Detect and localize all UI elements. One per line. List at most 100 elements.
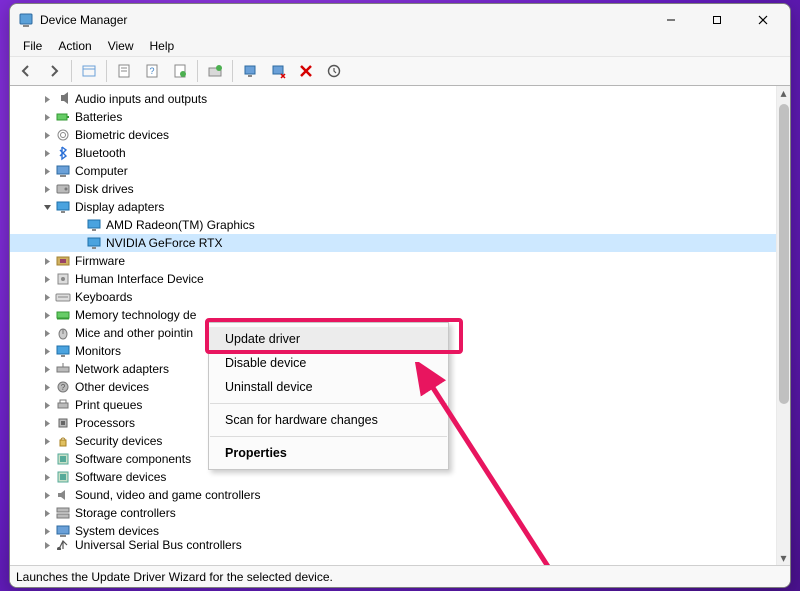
chevron-right-icon[interactable] <box>41 381 53 393</box>
chevron-right-icon[interactable] <box>41 363 53 375</box>
tree-item-label: Biometric devices <box>75 127 169 144</box>
menubar: File Action View Help <box>10 36 790 56</box>
device-category-icon <box>55 307 71 323</box>
device-manager-window: Device Manager File Action View Help ? <box>9 3 791 588</box>
scan-hardware-button[interactable] <box>322 59 346 83</box>
tree-device[interactable]: AMD Radeon(TM) Graphics <box>10 216 776 234</box>
menu-view[interactable]: View <box>101 37 141 55</box>
chevron-right-icon[interactable] <box>41 147 53 159</box>
device-category-icon <box>55 415 71 431</box>
tree-category[interactable]: Software devices <box>10 468 776 486</box>
device-category-icon <box>55 289 71 305</box>
chevron-right-icon[interactable] <box>41 345 53 357</box>
chevron-right-icon[interactable] <box>41 129 53 141</box>
device-category-icon <box>55 361 71 377</box>
svg-text:?: ? <box>61 383 66 392</box>
help-button[interactable]: ? <box>140 59 164 83</box>
menu-help[interactable]: Help <box>143 37 182 55</box>
chevron-right-icon[interactable] <box>41 183 53 195</box>
tree-category[interactable]: Universal Serial Bus controllers <box>10 540 776 550</box>
menu-action[interactable]: Action <box>51 37 98 55</box>
tree-category[interactable]: Display adapters <box>10 198 776 216</box>
ctx-properties[interactable]: Properties <box>209 441 448 465</box>
device-category-icon: ? <box>55 379 71 395</box>
tree-device[interactable]: NVIDIA GeForce RTX <box>10 234 776 252</box>
device-tree[interactable]: Audio inputs and outputsBatteriesBiometr… <box>10 86 776 565</box>
toolbar-separator <box>71 60 72 82</box>
tree-category[interactable]: Bluetooth <box>10 144 776 162</box>
chevron-right-icon[interactable] <box>41 453 53 465</box>
device-category-icon <box>55 163 71 179</box>
tree-category[interactable]: Biometric devices <box>10 126 776 144</box>
scroll-up-button[interactable]: ▴ <box>777 86 791 100</box>
app-icon <box>18 12 34 28</box>
chevron-right-icon[interactable] <box>41 165 53 177</box>
minimize-button[interactable] <box>648 4 694 36</box>
close-button[interactable] <box>740 4 786 36</box>
tree-category[interactable]: System devices <box>10 522 776 540</box>
chevron-right-icon[interactable] <box>41 489 53 501</box>
forward-button[interactable] <box>42 59 66 83</box>
chevron-right-icon[interactable] <box>41 111 53 123</box>
chevron-right-icon[interactable] <box>41 309 53 321</box>
chevron-right-icon[interactable] <box>41 273 53 285</box>
tree-category[interactable]: Firmware <box>10 252 776 270</box>
device-icon <box>86 217 102 233</box>
device-category-icon <box>55 487 71 503</box>
chevron-right-icon[interactable] <box>41 291 53 303</box>
tree-item-label: Firmware <box>75 253 125 270</box>
menu-file[interactable]: File <box>16 37 49 55</box>
tree-item-label: Monitors <box>75 343 121 360</box>
enable-device-button[interactable] <box>238 59 262 83</box>
tree-item-label: Human Interface Device <box>75 271 204 288</box>
tree-item-label: Batteries <box>75 109 122 126</box>
chevron-right-icon[interactable] <box>41 327 53 339</box>
context-menu: Update driver Disable device Uninstall d… <box>208 322 449 470</box>
tree-item-label: Universal Serial Bus controllers <box>75 540 242 550</box>
tree-category[interactable]: Storage controllers <box>10 504 776 522</box>
device-category-icon <box>55 397 71 413</box>
maximize-button[interactable] <box>694 4 740 36</box>
chevron-right-icon[interactable] <box>41 435 53 447</box>
chevron-right-icon[interactable] <box>41 540 53 550</box>
properties-button[interactable] <box>112 59 136 83</box>
chevron-down-icon[interactable] <box>41 201 53 213</box>
disable-device-button[interactable] <box>266 59 290 83</box>
tree-item-label: Memory technology de <box>75 307 196 324</box>
vertical-scrollbar[interactable]: ▴ ▾ <box>776 86 790 565</box>
chevron-right-icon[interactable] <box>41 525 53 537</box>
back-button[interactable] <box>14 59 38 83</box>
uninstall-device-button[interactable] <box>294 59 318 83</box>
tree-category[interactable]: Sound, video and game controllers <box>10 486 776 504</box>
ctx-uninstall-device[interactable]: Uninstall device <box>209 375 448 399</box>
ctx-update-driver[interactable]: Update driver <box>209 327 448 351</box>
scroll-track[interactable] <box>777 100 791 551</box>
update-driver-button[interactable] <box>203 59 227 83</box>
toolbar-separator <box>197 60 198 82</box>
ctx-disable-device[interactable]: Disable device <box>209 351 448 375</box>
device-category-icon <box>55 505 71 521</box>
chevron-right-icon[interactable] <box>41 507 53 519</box>
tree-category[interactable]: Computer <box>10 162 776 180</box>
chevron-right-icon[interactable] <box>41 399 53 411</box>
tree-category[interactable]: Human Interface Device <box>10 270 776 288</box>
chevron-right-icon[interactable] <box>41 417 53 429</box>
scroll-down-button[interactable]: ▾ <box>777 551 791 565</box>
chevron-right-icon[interactable] <box>41 255 53 267</box>
tree-category[interactable]: Keyboards <box>10 288 776 306</box>
device-icon <box>86 235 102 251</box>
device-category-icon <box>55 271 71 287</box>
tree-category[interactable]: Batteries <box>10 108 776 126</box>
tree-category[interactable]: Disk drives <box>10 180 776 198</box>
scroll-thumb[interactable] <box>779 104 789 404</box>
ctx-scan-hardware[interactable]: Scan for hardware changes <box>209 408 448 432</box>
tree-category[interactable]: Audio inputs and outputs <box>10 90 776 108</box>
ctx-separator <box>210 436 447 437</box>
tree-item-label: Audio inputs and outputs <box>75 91 207 108</box>
show-hidden-button[interactable] <box>77 59 101 83</box>
tree-item-label: Keyboards <box>75 289 132 306</box>
refresh-button[interactable] <box>168 59 192 83</box>
chevron-right-icon[interactable] <box>41 471 53 483</box>
device-category-icon <box>55 253 71 269</box>
chevron-right-icon[interactable] <box>41 93 53 105</box>
